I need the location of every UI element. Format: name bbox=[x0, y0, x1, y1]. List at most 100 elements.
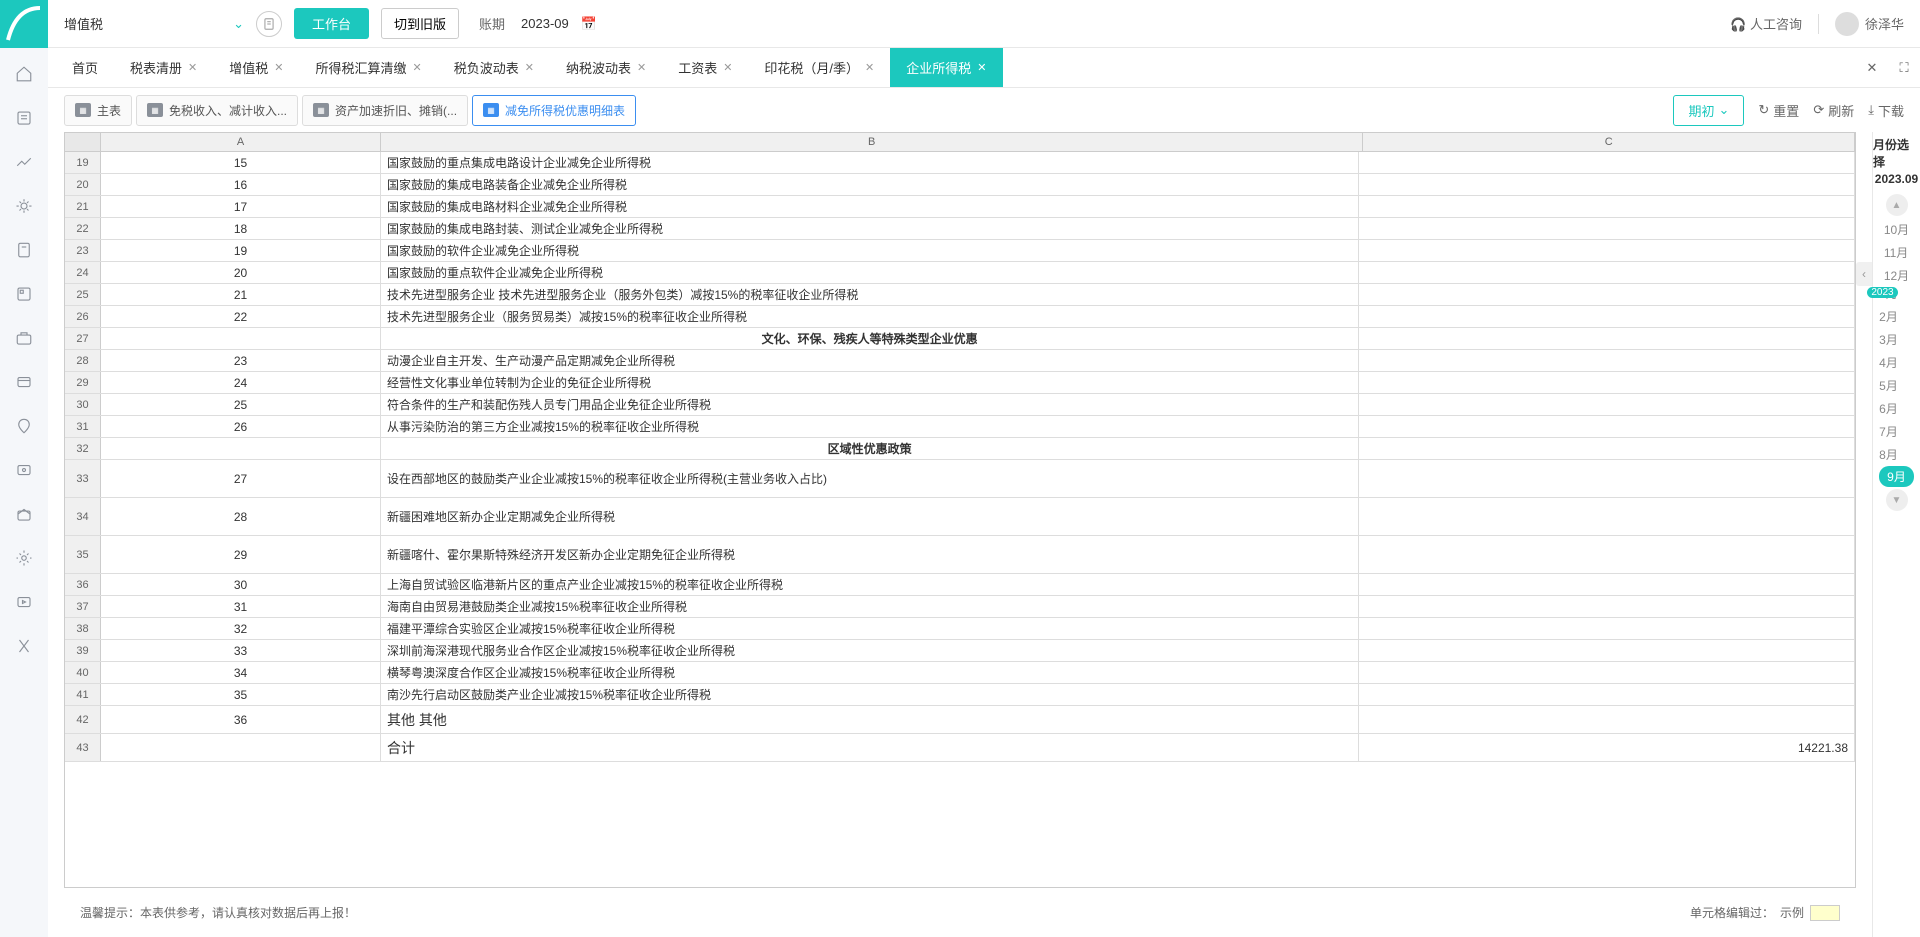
table-row[interactable]: 27 文化、环保、残疾人等特殊类型企业优惠 bbox=[65, 328, 1855, 350]
nav-icon-6[interactable] bbox=[0, 276, 48, 312]
tab[interactable]: 工资表✕ bbox=[662, 48, 748, 87]
cell[interactable]: 国家鼓励的软件企业减免企业所得税 bbox=[381, 240, 1359, 261]
cell[interactable]: 17 bbox=[101, 196, 381, 217]
cell[interactable] bbox=[1359, 240, 1855, 261]
cell[interactable] bbox=[101, 328, 381, 349]
cell[interactable]: 技术先进型服务企业 技术先进型服务企业（服务外包类）减按15%的税率征收企业所得… bbox=[381, 284, 1359, 305]
col-header-a[interactable]: A bbox=[101, 133, 381, 151]
cell[interactable]: 16 bbox=[101, 174, 381, 195]
cell[interactable]: 36 bbox=[101, 706, 381, 733]
table-row[interactable]: 3126从事污染防治的第三方企业减按15%的税率征收企业所得税 bbox=[65, 416, 1855, 438]
cell[interactable]: 动漫企业自主开发、生产动漫产品定期减免企业所得税 bbox=[381, 350, 1359, 371]
cell[interactable] bbox=[1359, 706, 1855, 733]
cell[interactable]: 32 bbox=[101, 618, 381, 639]
tab[interactable]: 纳税波动表✕ bbox=[550, 48, 662, 87]
cell[interactable] bbox=[101, 734, 381, 761]
table-row[interactable]: 4034横琴粤澳深度合作区企业减按15%税率征收企业所得税 bbox=[65, 662, 1855, 684]
cell[interactable]: 符合条件的生产和装配伤残人员专门用品企业免征企业所得税 bbox=[381, 394, 1359, 415]
cell[interactable] bbox=[1359, 438, 1855, 459]
row-index[interactable]: 32 bbox=[65, 438, 101, 459]
cell[interactable]: 新疆喀什、霍尔果斯特殊经济开发区新办企业定期免征企业所得税 bbox=[381, 536, 1359, 573]
nav-icon-3[interactable] bbox=[0, 144, 48, 180]
month-down-arrow[interactable]: ▼ bbox=[1886, 489, 1908, 511]
cell-header[interactable]: 文化、环保、残疾人等特殊类型企业优惠 bbox=[381, 328, 1359, 349]
row-index[interactable]: 39 bbox=[65, 640, 101, 661]
cell[interactable]: 国家鼓励的集成电路封装、测试企业减免企业所得税 bbox=[381, 218, 1359, 239]
cell[interactable] bbox=[1359, 372, 1855, 393]
cell[interactable]: 26 bbox=[101, 416, 381, 437]
close-icon[interactable]: ✕ bbox=[865, 61, 874, 74]
cell[interactable]: 上海自贸试验区临港新片区的重点产业企业减按15%的税率征收企业所得税 bbox=[381, 574, 1359, 595]
row-index[interactable]: 28 bbox=[65, 350, 101, 371]
expand-button[interactable]: ⛶ bbox=[1888, 48, 1920, 88]
main-dropdown[interactable]: 增值税 ⌄ bbox=[64, 14, 244, 33]
row-index[interactable]: 37 bbox=[65, 596, 101, 617]
row-index[interactable]: 34 bbox=[65, 498, 101, 535]
cell[interactable]: 其他 其他 bbox=[381, 706, 1359, 733]
nav-icon-2[interactable] bbox=[0, 100, 48, 136]
table-row[interactable]: 3933深圳前海深港现代服务业合作区企业减按15%税率征收企业所得税 bbox=[65, 640, 1855, 662]
cell[interactable] bbox=[1359, 536, 1855, 573]
grid-body[interactable]: 1915国家鼓励的重点集成电路设计企业减免企业所得税2016国家鼓励的集成电路装… bbox=[64, 152, 1856, 888]
table-row[interactable]: 3832福建平潭综合实验区企业减按15%税率征收企业所得税 bbox=[65, 618, 1855, 640]
tab[interactable]: 企业所得税✕ bbox=[890, 48, 1002, 87]
panel-toggle[interactable]: ‹ bbox=[1856, 262, 1872, 286]
close-icon[interactable]: ✕ bbox=[274, 61, 283, 74]
cell[interactable]: 国家鼓励的重点集成电路设计企业减免企业所得税 bbox=[381, 152, 1359, 173]
home-icon[interactable] bbox=[0, 56, 48, 92]
cell[interactable]: 从事污染防治的第三方企业减按15%的税率征收企业所得税 bbox=[381, 416, 1359, 437]
row-index[interactable]: 22 bbox=[65, 218, 101, 239]
close-icon[interactable]: ✕ bbox=[723, 61, 732, 74]
cell[interactable] bbox=[1359, 218, 1855, 239]
cell[interactable] bbox=[1359, 662, 1855, 683]
table-row[interactable]: 2420国家鼓励的重点软件企业减免企业所得税 bbox=[65, 262, 1855, 284]
tab[interactable]: 所得税汇算清缴✕ bbox=[299, 48, 437, 87]
nav-icon-7[interactable] bbox=[0, 320, 48, 356]
month-item[interactable]: 2月 bbox=[1879, 305, 1914, 328]
cell[interactable] bbox=[1359, 618, 1855, 639]
nav-icon-11[interactable] bbox=[0, 496, 48, 532]
col-header-c[interactable]: C bbox=[1363, 133, 1855, 151]
cell[interactable] bbox=[1359, 574, 1855, 595]
cell[interactable]: 31 bbox=[101, 596, 381, 617]
cell[interactable] bbox=[1359, 350, 1855, 371]
table-row[interactable]: 3025符合条件的生产和装配伤残人员专门用品企业免征企业所得税 bbox=[65, 394, 1855, 416]
subtab[interactable]: ▦减免所得税优惠明细表 bbox=[472, 95, 636, 126]
month-item[interactable]: 8月 bbox=[1879, 443, 1914, 466]
reset-button[interactable]: ↻ 重置 bbox=[1758, 101, 1799, 120]
tab[interactable]: 首页 bbox=[56, 48, 114, 87]
doc-icon[interactable] bbox=[256, 11, 282, 37]
row-index[interactable]: 36 bbox=[65, 574, 101, 595]
row-index[interactable]: 27 bbox=[65, 328, 101, 349]
user-menu[interactable]: 徐泽华 bbox=[1835, 12, 1904, 36]
cell[interactable] bbox=[1359, 152, 1855, 173]
cell[interactable]: 19 bbox=[101, 240, 381, 261]
table-row[interactable]: 3731海南自由贸易港鼓励类企业减按15%税率征收企业所得税 bbox=[65, 596, 1855, 618]
row-index[interactable]: 19 bbox=[65, 152, 101, 173]
nav-icon-10[interactable] bbox=[0, 452, 48, 488]
close-icon[interactable]: ✕ bbox=[637, 61, 646, 74]
corner-cell[interactable] bbox=[65, 133, 101, 151]
cell[interactable] bbox=[1359, 498, 1855, 535]
nav-icon-14[interactable] bbox=[0, 628, 48, 664]
cell[interactable]: 经营性文化事业单位转制为企业的免征企业所得税 bbox=[381, 372, 1359, 393]
month-item[interactable]: 11月 bbox=[1884, 241, 1909, 264]
cell[interactable]: 横琴粤澳深度合作区企业减按15%税率征收企业所得税 bbox=[381, 662, 1359, 683]
calendar-icon[interactable]: 📅 bbox=[581, 16, 597, 32]
table-row[interactable]: 3428新疆困难地区新办企业定期减免企业所得税 bbox=[65, 498, 1855, 536]
row-index[interactable]: 21 bbox=[65, 196, 101, 217]
cell[interactable] bbox=[1359, 416, 1855, 437]
close-icon[interactable]: ✕ bbox=[413, 61, 422, 74]
cell[interactable] bbox=[1359, 306, 1855, 327]
row-index[interactable]: 33 bbox=[65, 460, 101, 497]
table-row[interactable]: 4135南沙先行启动区鼓励类产业企业减按15%税率征收企业所得税 bbox=[65, 684, 1855, 706]
cell[interactable]: 27 bbox=[101, 460, 381, 497]
cell[interactable]: 深圳前海深港现代服务业合作区企业减按15%税率征收企业所得税 bbox=[381, 640, 1359, 661]
row-index[interactable]: 43 bbox=[65, 734, 101, 761]
cell[interactable]: 新疆困难地区新办企业定期减免企业所得税 bbox=[381, 498, 1359, 535]
row-index[interactable]: 24 bbox=[65, 262, 101, 283]
nav-icon-13[interactable] bbox=[0, 584, 48, 620]
cell[interactable]: 技术先进型服务企业（服务贸易类）减按15%的税率征收企业所得税 bbox=[381, 306, 1359, 327]
cell[interactable] bbox=[1359, 174, 1855, 195]
cell[interactable]: 国家鼓励的集成电路材料企业减免企业所得税 bbox=[381, 196, 1359, 217]
